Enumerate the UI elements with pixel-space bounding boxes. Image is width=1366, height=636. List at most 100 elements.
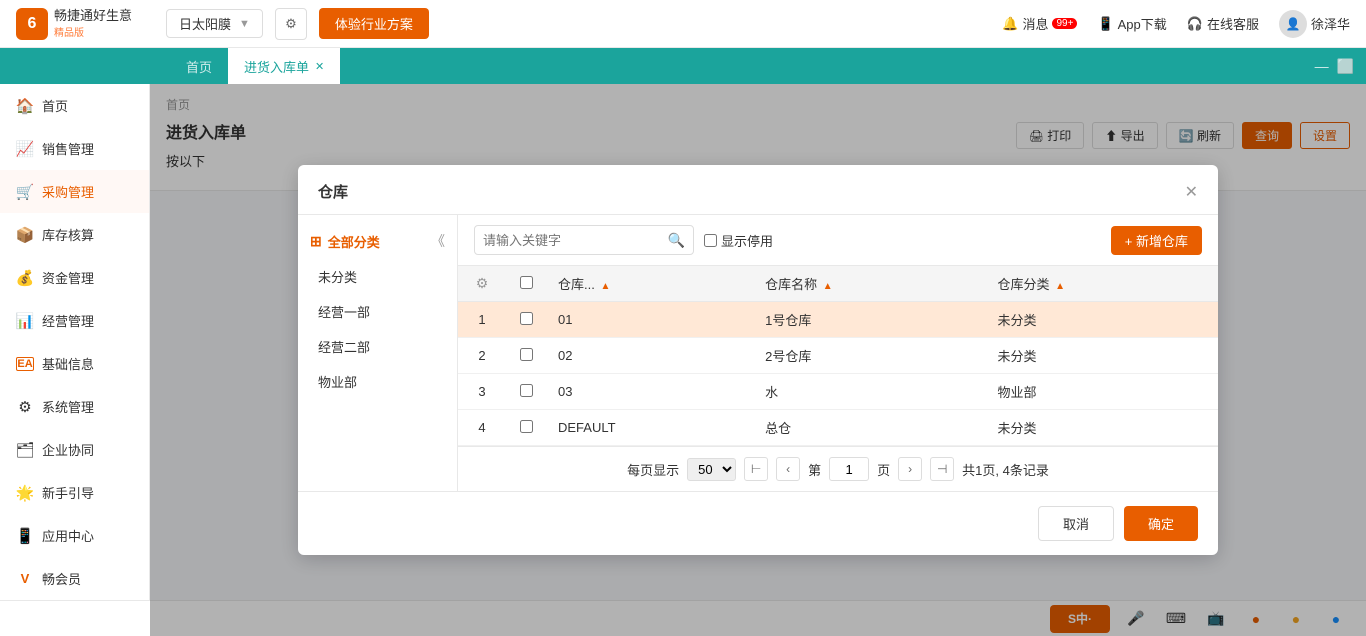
sidebar-item-finance[interactable]: 💰 资金管理 xyxy=(0,256,149,299)
main-layout: 🏠 首页 📈 销售管理 🛒 采购管理 📦 库存核算 💰 资金管理 📊 经营管理 … xyxy=(0,84,1366,636)
row-num: 4 xyxy=(458,410,506,446)
sales-icon: 📈 xyxy=(16,140,34,158)
home-icon: 🏠 xyxy=(16,97,34,115)
table-row[interactable]: 1 01 1号仓库 未分类 xyxy=(458,302,1218,338)
store-selector[interactable]: 日太阳膜 ▼ xyxy=(166,9,263,38)
col-name-header: 仓库名称 ▲ xyxy=(753,266,985,302)
search-icon[interactable]: 🔍 xyxy=(668,232,685,249)
user-profile-button[interactable]: 👤 徐泽华 xyxy=(1279,10,1350,38)
nav-right-controls: — ⬜ xyxy=(1315,58,1366,75)
tab-close-icon[interactable]: ✕ xyxy=(315,60,324,73)
sidebar-item-basicinfo[interactable]: EA 基础信息 xyxy=(0,342,149,385)
header-middle: 日太阳膜 ▼ ⚙ 体验行业方案 xyxy=(166,8,1002,40)
logo-area: 6 畅捷通好生意 精品版 xyxy=(16,8,166,40)
main-content: 首页 进货入库单 🖨 打印 ⬆ 导出 🔄 刷新 xyxy=(150,84,1366,636)
nav-tabs: 首页 进货入库单 ✕ — ⬜ xyxy=(0,48,1366,84)
row-code: DEFAULT xyxy=(546,410,753,446)
system-icon: ⚙ xyxy=(16,398,34,416)
tab-purchase[interactable]: 进货入库单 ✕ xyxy=(228,48,340,84)
col-settings[interactable]: ⚙ xyxy=(458,266,506,302)
modal-sidebar-header: ⊞ 全部分类 《 xyxy=(298,223,457,259)
operations-icon: 📊 xyxy=(16,312,34,330)
add-warehouse-button[interactable]: + 新增仓库 xyxy=(1111,226,1202,255)
row-category: 未分类 xyxy=(986,410,1218,446)
category-uncategorized[interactable]: 未分类 xyxy=(298,259,457,294)
modal-close-button[interactable]: ✕ xyxy=(1185,182,1198,202)
sidebar-item-inventory[interactable]: 📦 库存核算 xyxy=(0,213,149,256)
nav-maximize-icon[interactable]: ⬜ xyxy=(1337,58,1354,75)
show-disabled-checkbox[interactable]: 显示停用 xyxy=(704,231,773,250)
row-checkbox[interactable] xyxy=(506,374,546,410)
table-row[interactable]: 4 DEFAULT 总仓 未分类 xyxy=(458,410,1218,446)
inventory-icon: 📦 xyxy=(16,226,34,244)
show-disabled-check[interactable] xyxy=(704,234,717,247)
page-size-select[interactable]: 50 xyxy=(687,458,736,481)
table-row[interactable]: 2 02 2号仓库 未分类 xyxy=(458,338,1218,374)
sidebar-item-home[interactable]: 🏠 首页 xyxy=(0,84,149,127)
total-info: 共1页, 4条记录 xyxy=(962,460,1049,479)
row-category: 物业部 xyxy=(986,374,1218,410)
sidebar-item-guide[interactable]: 🌟 新手引导 xyxy=(0,471,149,514)
sidebar-item-membership[interactable]: V 畅会员 xyxy=(0,557,149,600)
header-right: 🔔 消息 99+ 📱 App下载 🎧 在线客服 👤 徐泽华 xyxy=(1002,10,1350,38)
header-settings-button[interactable]: ⚙ xyxy=(275,8,307,40)
sort-code-icon[interactable]: ▲ xyxy=(600,281,610,292)
sidebar: 🏠 首页 📈 销售管理 🛒 采购管理 📦 库存核算 💰 资金管理 📊 经营管理 … xyxy=(0,84,150,636)
online-service-button[interactable]: 🎧 在线客服 xyxy=(1187,14,1259,33)
row-checkbox[interactable] xyxy=(506,410,546,446)
guide-icon: 🌟 xyxy=(16,484,34,502)
table-row[interactable]: 3 03 水 物业部 xyxy=(458,374,1218,410)
enterprise-icon: 🗂 xyxy=(16,441,34,459)
warehouse-table-wrap: ⚙ 仓库... ▲ xyxy=(458,266,1218,446)
row-name: 1号仓库 xyxy=(753,302,985,338)
row-code: 01 xyxy=(546,302,753,338)
category-operations2[interactable]: 经营二部 xyxy=(298,329,457,364)
messages-button[interactable]: 🔔 消息 99+ xyxy=(1002,14,1077,33)
membership-icon: V xyxy=(16,570,34,588)
sort-name-icon[interactable]: ▲ xyxy=(823,281,833,292)
row-category: 未分类 xyxy=(986,338,1218,374)
page-prev-button[interactable]: ‹ xyxy=(776,457,800,481)
logo-text: 畅捷通好生意 精品版 xyxy=(54,8,132,40)
col-settings-icon[interactable]: ⚙ xyxy=(476,275,489,291)
cancel-button[interactable]: 取消 xyxy=(1038,506,1114,541)
tab-home[interactable]: 首页 xyxy=(170,48,228,84)
sidebar-item-purchase[interactable]: 🛒 采购管理 xyxy=(0,170,149,213)
app-download-button[interactable]: 📱 App下载 xyxy=(1097,14,1166,33)
page-next-button[interactable]: › xyxy=(898,457,922,481)
all-categories-label[interactable]: ⊞ 全部分类 xyxy=(310,232,380,251)
category-property[interactable]: 物业部 xyxy=(298,364,457,399)
search-box: 🔍 xyxy=(474,225,694,255)
phone-icon: 📱 xyxy=(1097,16,1113,32)
row-category: 未分类 xyxy=(986,302,1218,338)
category-operations1[interactable]: 经营一部 xyxy=(298,294,457,329)
page-first-button[interactable]: ⊢ xyxy=(744,457,768,481)
col-checkbox[interactable] xyxy=(506,266,546,302)
page-number-input[interactable] xyxy=(829,457,869,481)
warehouse-table: ⚙ 仓库... ▲ xyxy=(458,266,1218,446)
sidebar-item-sales[interactable]: 📈 销售管理 xyxy=(0,127,149,170)
nav-minimize-icon[interactable]: — xyxy=(1315,58,1329,74)
sidebar-item-enterprise[interactable]: 🗂 企业协同 xyxy=(0,428,149,471)
collapse-icon[interactable]: 《 xyxy=(431,231,445,251)
modal-header: 仓库 ✕ xyxy=(298,165,1218,215)
search-input[interactable] xyxy=(483,233,668,248)
confirm-button[interactable]: 确定 xyxy=(1124,506,1198,541)
sidebar-item-system[interactable]: ⚙ 系统管理 xyxy=(0,385,149,428)
sort-cat-icon[interactable]: ▲ xyxy=(1055,281,1065,292)
sidebar-item-apps[interactable]: 📱 应用中心 xyxy=(0,514,149,557)
top-header: 6 畅捷通好生意 精品版 日太阳膜 ▼ ⚙ 体验行业方案 🔔 消息 99+ 📱 … xyxy=(0,0,1366,48)
row-checkbox[interactable] xyxy=(506,338,546,374)
table-pagination: 每页显示 50 ⊢ ‹ 第 页 › ⊣ 共1页, 4条记录 xyxy=(458,446,1218,491)
row-num: 1 xyxy=(458,302,506,338)
row-name: 2号仓库 xyxy=(753,338,985,374)
row-checkbox[interactable] xyxy=(506,302,546,338)
table-header-row: ⚙ 仓库... ▲ xyxy=(458,266,1218,302)
app-logo-icon: 6 xyxy=(16,8,48,40)
trial-button[interactable]: 体验行业方案 xyxy=(319,8,429,39)
row-num: 2 xyxy=(458,338,506,374)
sidebar-item-operations[interactable]: 📊 经营管理 xyxy=(0,299,149,342)
select-all-checkbox[interactable] xyxy=(520,276,533,289)
page-last-button[interactable]: ⊣ xyxy=(930,457,954,481)
modal-main-area: 🔍 显示停用 + 新增仓库 xyxy=(458,215,1218,491)
